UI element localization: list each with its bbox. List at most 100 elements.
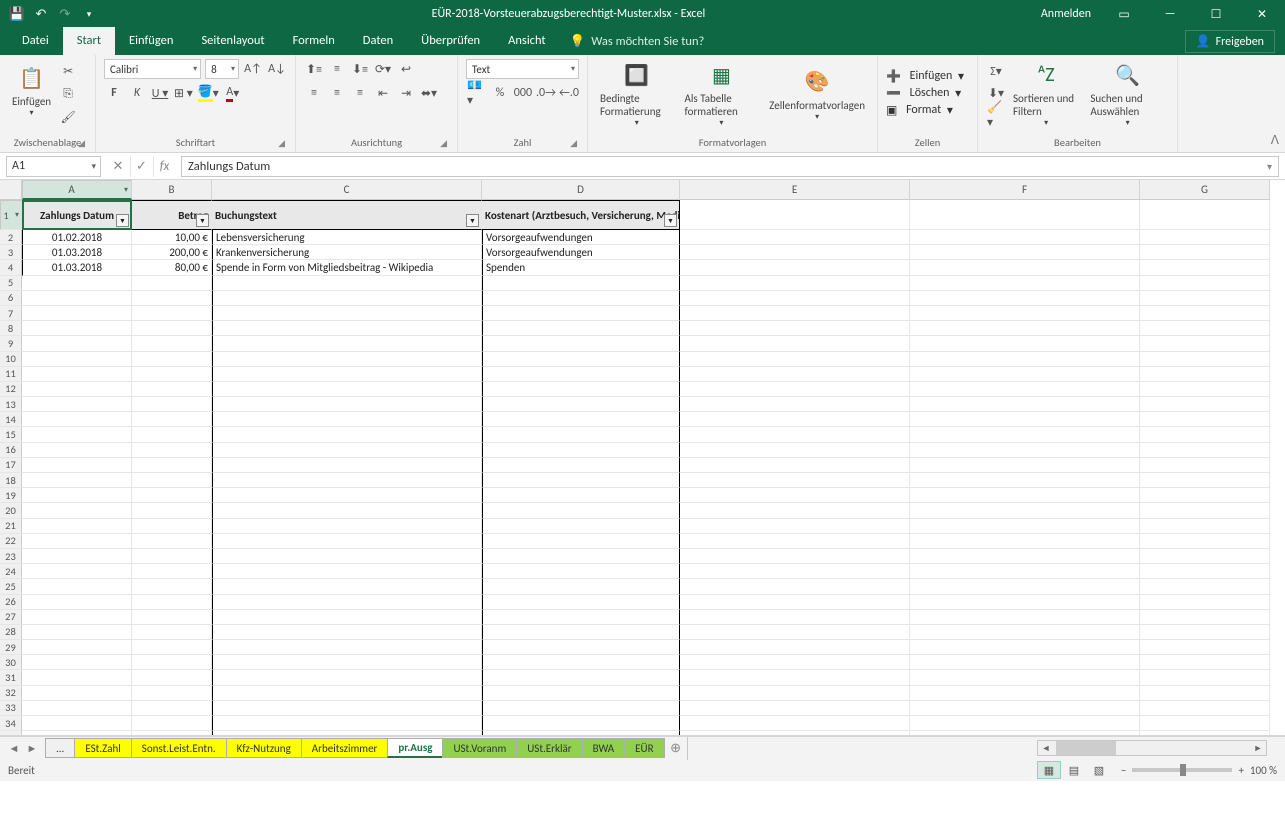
spreadsheet-grid[interactable]: ABCDEFG 12345678910111213141516171819202… xyxy=(0,180,1285,736)
cell[interactable] xyxy=(212,427,482,442)
cell[interactable] xyxy=(482,291,680,306)
cell[interactable] xyxy=(1140,412,1270,427)
maximize-icon[interactable]: ☐ xyxy=(1193,0,1239,28)
cell[interactable] xyxy=(680,625,910,640)
cell[interactable] xyxy=(680,458,910,473)
cell[interactable] xyxy=(22,579,132,594)
filter-dropdown-icon[interactable]: ▼ xyxy=(196,214,209,227)
cell[interactable] xyxy=(212,306,482,321)
cell[interactable] xyxy=(910,564,1140,579)
cell[interactable] xyxy=(910,367,1140,382)
row-header[interactable]: 32 xyxy=(0,686,22,701)
row-header[interactable]: 13 xyxy=(0,397,22,412)
cell[interactable] xyxy=(680,336,910,351)
row-header[interactable]: 17 xyxy=(0,458,22,473)
sheet-tab[interactable]: pr.Ausg xyxy=(387,738,443,758)
cell[interactable] xyxy=(680,382,910,397)
cell[interactable] xyxy=(910,519,1140,534)
cell[interactable] xyxy=(482,352,680,367)
cell[interactable] xyxy=(680,367,910,382)
cell[interactable] xyxy=(132,458,212,473)
cell[interactable] xyxy=(132,336,212,351)
cell[interactable] xyxy=(132,610,212,625)
align-left-icon[interactable]: ≡ xyxy=(304,83,324,103)
column-header[interactable]: B xyxy=(132,180,212,200)
cell[interactable]: Vorsorgeaufwendungen xyxy=(482,230,680,245)
cell[interactable] xyxy=(22,382,132,397)
cell[interactable] xyxy=(1140,564,1270,579)
tab-seitenlayout[interactable]: Seitenlayout xyxy=(187,27,278,55)
cell[interactable] xyxy=(22,534,132,549)
cell[interactable] xyxy=(482,731,680,736)
zoom-in-icon[interactable]: + xyxy=(1238,764,1243,777)
cell[interactable] xyxy=(1140,686,1270,701)
undo-icon[interactable]: ↶ xyxy=(30,3,52,25)
filter-dropdown-icon[interactable]: ▼ xyxy=(664,214,677,227)
row-header[interactable]: 34 xyxy=(0,716,22,731)
cell[interactable] xyxy=(132,701,212,716)
sort-filter-button[interactable]: ᴬZSortieren und Filtern▾ xyxy=(1009,56,1083,130)
cell[interactable] xyxy=(1140,443,1270,458)
cell[interactable] xyxy=(910,625,1140,640)
cell[interactable] xyxy=(212,564,482,579)
cell[interactable] xyxy=(680,291,910,306)
cell[interactable]: 200,00 € xyxy=(132,245,212,260)
row-header[interactable]: 24 xyxy=(0,564,22,579)
delete-cells-button[interactable]: ➖ Löschen ▾ xyxy=(886,86,969,101)
row-header[interactable]: 21 xyxy=(0,519,22,534)
row-header[interactable]: 1 xyxy=(0,200,24,230)
copy-icon[interactable]: ⎘ xyxy=(58,84,78,104)
cell[interactable] xyxy=(1140,655,1270,670)
cell[interactable] xyxy=(132,412,212,427)
scroll-right-icon[interactable]: ► xyxy=(1250,741,1266,755)
cell[interactable] xyxy=(132,670,212,685)
cell[interactable] xyxy=(1140,625,1270,640)
row-header[interactable]: 30 xyxy=(0,655,22,670)
cell[interactable] xyxy=(482,397,680,412)
scroll-left-icon[interactable]: ◄ xyxy=(1038,741,1054,755)
cut-icon[interactable]: ✂ xyxy=(58,61,78,81)
italic-button[interactable]: K xyxy=(127,83,147,103)
row-header[interactable]: 28 xyxy=(0,625,22,640)
cell[interactable] xyxy=(680,276,910,291)
cell[interactable] xyxy=(482,367,680,382)
tab-scroll-split[interactable] xyxy=(687,737,693,760)
format-as-table-button[interactable]: ▦Als Tabelle formatieren▾ xyxy=(681,56,763,130)
cell[interactable]: Betrag▼ xyxy=(132,200,212,230)
row-header[interactable]: 9 xyxy=(0,336,22,351)
cell[interactable] xyxy=(910,321,1140,336)
cell[interactable] xyxy=(22,640,132,655)
signin-button[interactable]: Anmelden xyxy=(1031,7,1101,21)
cell[interactable] xyxy=(482,625,680,640)
select-all-corner[interactable] xyxy=(0,180,22,200)
cell[interactable] xyxy=(482,595,680,610)
cell[interactable] xyxy=(1140,701,1270,716)
cell[interactable] xyxy=(910,291,1140,306)
cell[interactable] xyxy=(482,640,680,655)
row-header[interactable]: 12 xyxy=(0,382,22,397)
row-header[interactable]: 27 xyxy=(0,610,22,625)
cell[interactable] xyxy=(482,564,680,579)
cell[interactable] xyxy=(212,686,482,701)
cell[interactable] xyxy=(680,519,910,534)
cell[interactable] xyxy=(212,549,482,564)
cell[interactable] xyxy=(1140,321,1270,336)
orientation-icon[interactable]: ⟳▾ xyxy=(373,59,393,79)
cell[interactable] xyxy=(1140,610,1270,625)
cell[interactable] xyxy=(482,458,680,473)
dialog-launcher-icon[interactable]: ◢ xyxy=(570,138,577,149)
cell[interactable] xyxy=(482,276,680,291)
cell[interactable] xyxy=(212,276,482,291)
cell[interactable] xyxy=(482,701,680,716)
cell[interactable] xyxy=(1140,291,1270,306)
row-header[interactable]: 4 xyxy=(0,260,22,275)
cell[interactable] xyxy=(22,549,132,564)
row-header[interactable]: 35 xyxy=(0,731,22,736)
ribbon-options-icon[interactable]: ▭ xyxy=(1101,0,1147,28)
row-header[interactable]: 29 xyxy=(0,640,22,655)
cell[interactable] xyxy=(132,564,212,579)
align-center-icon[interactable]: ≡ xyxy=(327,83,347,103)
cell[interactable] xyxy=(22,412,132,427)
row-header[interactable]: 20 xyxy=(0,503,22,518)
cell[interactable] xyxy=(132,579,212,594)
